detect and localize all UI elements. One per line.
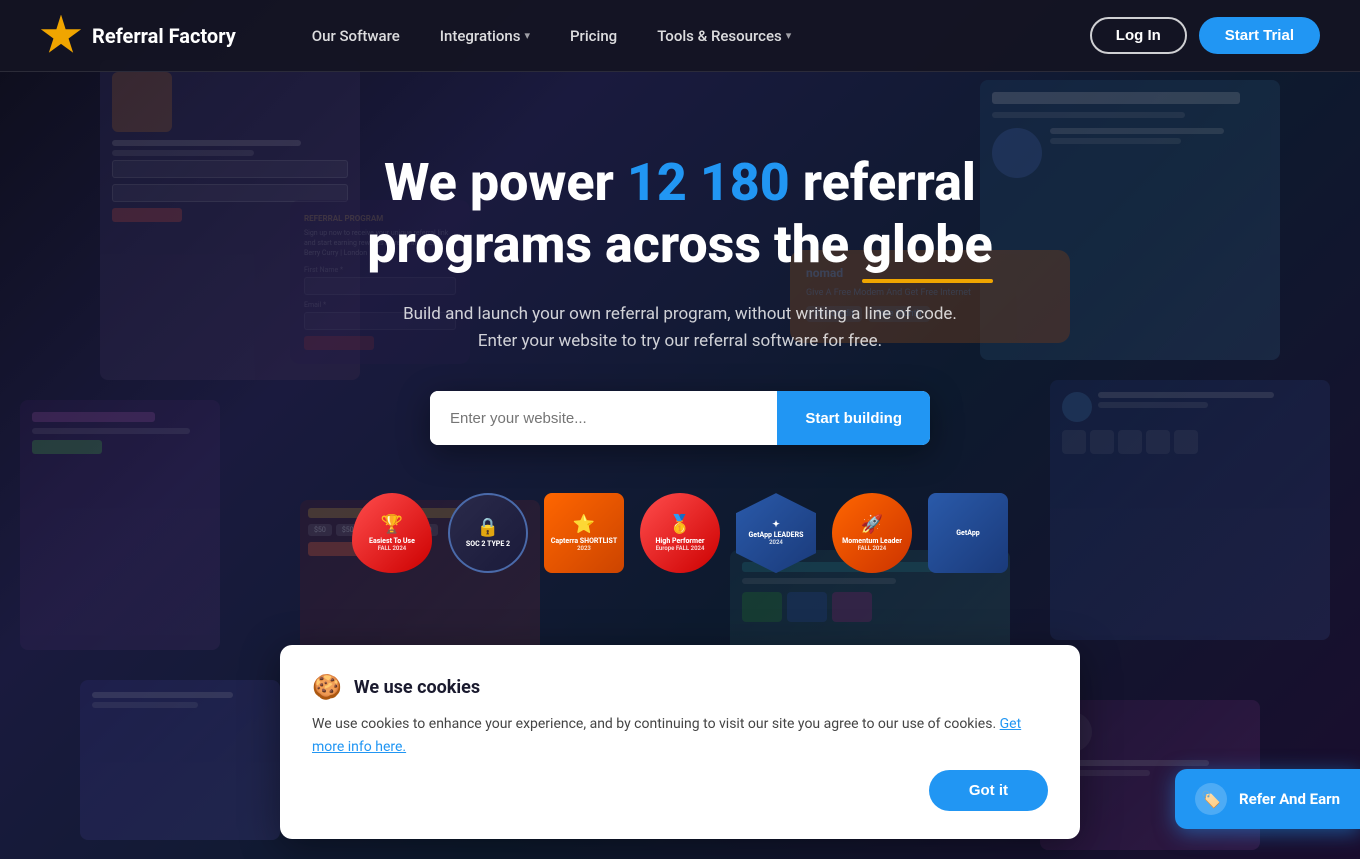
- badge-easiest-to-use: 🏆 Easiest To Use FALL 2024: [352, 493, 432, 573]
- badge-high-performer: 🥇 High Performer Europe FALL 2024: [640, 493, 720, 573]
- refer-earn-label: Refer And Earn: [1239, 790, 1340, 808]
- nav-item-pricing[interactable]: Pricing: [554, 19, 633, 53]
- cookie-title: We use cookies: [354, 677, 480, 698]
- badge-soc2: 🔒 SOC 2 TYPE 2: [448, 493, 528, 573]
- refer-icon: 🏷️: [1195, 783, 1227, 815]
- nav-item-integrations[interactable]: Integrations ▾: [424, 19, 546, 53]
- nav-links: Our Software Integrations ▾ Pricing Tool…: [296, 19, 1090, 53]
- hero-subtitle: Build and launch your own referral progr…: [400, 301, 960, 355]
- badge-capterra: ⭐ Capterra SHORTLIST 2023: [544, 493, 624, 573]
- start-building-button[interactable]: Start building: [777, 391, 930, 445]
- nav-actions: Log In Start Trial: [1090, 17, 1320, 54]
- logo-text: Referral Factory: [92, 24, 236, 48]
- website-input[interactable]: [430, 391, 777, 445]
- chevron-down-icon-2: ▾: [786, 29, 792, 42]
- cookie-text: We use cookies to enhance your experienc…: [312, 713, 1048, 758]
- logo[interactable]: Referral Factory: [40, 15, 236, 57]
- badge-getapp-leaders: ✦ GetApp LEADERS 2024: [736, 493, 816, 573]
- start-trial-button[interactable]: Start Trial: [1199, 17, 1320, 54]
- login-button[interactable]: Log In: [1090, 17, 1187, 54]
- nav-item-software[interactable]: Our Software: [296, 19, 416, 53]
- cookie-banner: 🍪 We use cookies We use cookies to enhan…: [280, 645, 1080, 839]
- badge-momentum-leader: 🚀 Momentum Leader FALL 2024: [832, 493, 912, 573]
- hero-title: We power 12 180 referral programs across…: [330, 152, 1030, 277]
- cookie-actions: Got it: [312, 770, 1048, 811]
- hero-number: 12 180: [627, 152, 790, 213]
- chevron-down-icon: ▾: [524, 29, 530, 42]
- hero-globe-word: globe: [862, 214, 993, 276]
- cookie-title-row: 🍪 We use cookies: [312, 673, 1048, 701]
- website-input-row: Start building: [430, 391, 930, 445]
- badge-getapp2: GetApp: [928, 493, 1008, 573]
- navbar: Referral Factory Our Software Integratio…: [0, 0, 1360, 72]
- logo-icon: [40, 15, 82, 57]
- cookie-icon: 🍪: [312, 673, 342, 701]
- hero-section: We power 12 180 referral programs across…: [0, 72, 1360, 573]
- badges-row: 🏆 Easiest To Use FALL 2024 🔒 SOC 2 TYPE …: [352, 493, 1008, 573]
- refer-earn-button[interactable]: 🏷️ Refer And Earn: [1175, 769, 1360, 829]
- nav-item-tools[interactable]: Tools & Resources ▾: [641, 19, 807, 53]
- got-it-button[interactable]: Got it: [929, 770, 1048, 811]
